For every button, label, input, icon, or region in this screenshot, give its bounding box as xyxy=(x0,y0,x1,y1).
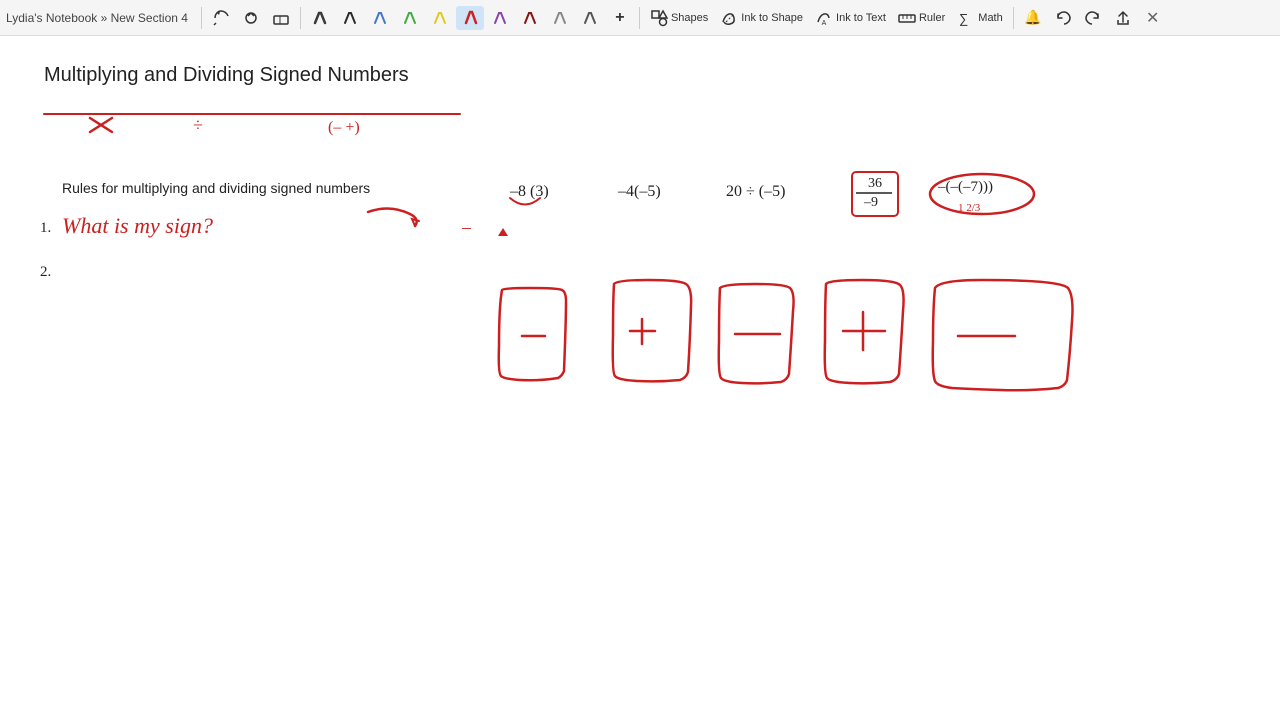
pen-darkred-icon xyxy=(521,9,539,27)
undo-icon xyxy=(1054,9,1072,27)
ink-to-shape-label: Ink to Shape xyxy=(741,12,803,24)
notification-button[interactable]: 🔔 xyxy=(1019,6,1047,30)
close-button[interactable]: ✕ xyxy=(1139,6,1167,30)
rotate-icon xyxy=(242,9,260,27)
svg-text:(– +): (– +) xyxy=(328,119,360,136)
annotations-layer: ÷ (– +) Rules for multiplying and dividi… xyxy=(0,36,1280,720)
pen-red-icon xyxy=(461,9,479,27)
breadcrumb: Lydia's Notebook » New Section 4 xyxy=(6,11,188,25)
shapes-label: Shapes xyxy=(671,12,708,24)
svg-text:What is my sign?: What is my sign? xyxy=(62,213,213,238)
share-button[interactable] xyxy=(1109,6,1137,30)
eraser-icon xyxy=(272,9,290,27)
share-icon xyxy=(1114,9,1132,27)
svg-text:–: – xyxy=(461,217,472,237)
toolbar-separator-2 xyxy=(300,7,301,29)
notification-icon: 🔔 xyxy=(1024,9,1042,27)
svg-text:Rules for multiplying and divi: Rules for multiplying and dividing signe… xyxy=(62,180,370,196)
pen-darkgray-button[interactable] xyxy=(576,6,604,30)
ink-to-text-label: Ink to Text xyxy=(836,12,886,24)
svg-text:A: A xyxy=(822,20,827,27)
shapes-icon xyxy=(650,9,668,27)
toolbar: Lydia's Notebook » New Section 4 xyxy=(0,0,1280,36)
pen-black1-icon xyxy=(311,9,329,27)
pen-darkgray-icon xyxy=(581,9,599,27)
redo-button[interactable] xyxy=(1079,6,1107,30)
math-icon: ∑ xyxy=(957,9,975,27)
math-button[interactable]: ∑ Math xyxy=(952,6,1007,30)
pen-gray-button[interactable] xyxy=(546,6,574,30)
svg-text:36: 36 xyxy=(868,176,882,191)
eraser-button[interactable] xyxy=(267,6,295,30)
pen-blue-button[interactable] xyxy=(366,6,394,30)
ink-to-shape-button[interactable]: Ink to Shape xyxy=(715,6,808,30)
svg-text:–4(–5): –4(–5) xyxy=(617,183,661,200)
redo-icon xyxy=(1084,9,1102,27)
toolbar-separator-1 xyxy=(201,7,202,29)
pen-green-icon xyxy=(401,9,419,27)
canvas-area[interactable]: Multiplying and Dividing Signed Numbers … xyxy=(0,36,1280,720)
ruler-button[interactable]: Ruler xyxy=(893,6,950,30)
pen-purple-button[interactable] xyxy=(486,6,514,30)
svg-text:÷: ÷ xyxy=(193,115,203,135)
svg-text:1 2/3: 1 2/3 xyxy=(958,202,981,214)
undo-button[interactable] xyxy=(1049,6,1077,30)
pen-black1-button[interactable] xyxy=(306,6,334,30)
svg-text:1.: 1. xyxy=(40,220,51,236)
lasso-icon xyxy=(212,9,230,27)
page-title: Multiplying and Dividing Signed Numbers xyxy=(44,64,409,87)
pen-gray-icon xyxy=(551,9,569,27)
pen-black2-button[interactable] xyxy=(336,6,364,30)
svg-text:20 ÷ (–5): 20 ÷ (–5) xyxy=(726,183,785,200)
add-pen-icon: + xyxy=(611,9,629,27)
svg-text:–(–(–7))): –(–(–7))) xyxy=(937,179,993,195)
pen-green-button[interactable] xyxy=(396,6,424,30)
add-pen-button[interactable]: + xyxy=(606,6,634,30)
math-label: Math xyxy=(978,12,1002,24)
pen-yellow-icon xyxy=(431,9,449,27)
svg-text:–9: –9 xyxy=(863,195,878,210)
ink-to-text-button[interactable]: A Ink to Text xyxy=(810,6,891,30)
pen-red-button[interactable] xyxy=(456,6,484,30)
ruler-label: Ruler xyxy=(919,12,945,24)
rotate-tool-button[interactable] xyxy=(237,6,265,30)
pen-yellow-button[interactable] xyxy=(426,6,454,30)
close-icon: ✕ xyxy=(1144,9,1162,27)
ink-to-text-icon: A xyxy=(815,9,833,27)
pen-darkred-button[interactable] xyxy=(516,6,544,30)
ruler-icon xyxy=(898,9,916,27)
pen-purple-icon xyxy=(491,9,509,27)
toolbar-separator-3 xyxy=(639,7,640,29)
svg-text:2.: 2. xyxy=(40,264,51,280)
shapes-button[interactable]: Shapes xyxy=(645,6,713,30)
svg-text:∑: ∑ xyxy=(959,11,968,26)
pen-blue-icon xyxy=(371,9,389,27)
svg-text:–8 (3): –8 (3) xyxy=(509,183,549,200)
toolbar-separator-4 xyxy=(1013,7,1014,29)
lasso-tool-button[interactable] xyxy=(207,6,235,30)
pen-black2-icon xyxy=(341,9,359,27)
ink-to-shape-icon xyxy=(720,9,738,27)
